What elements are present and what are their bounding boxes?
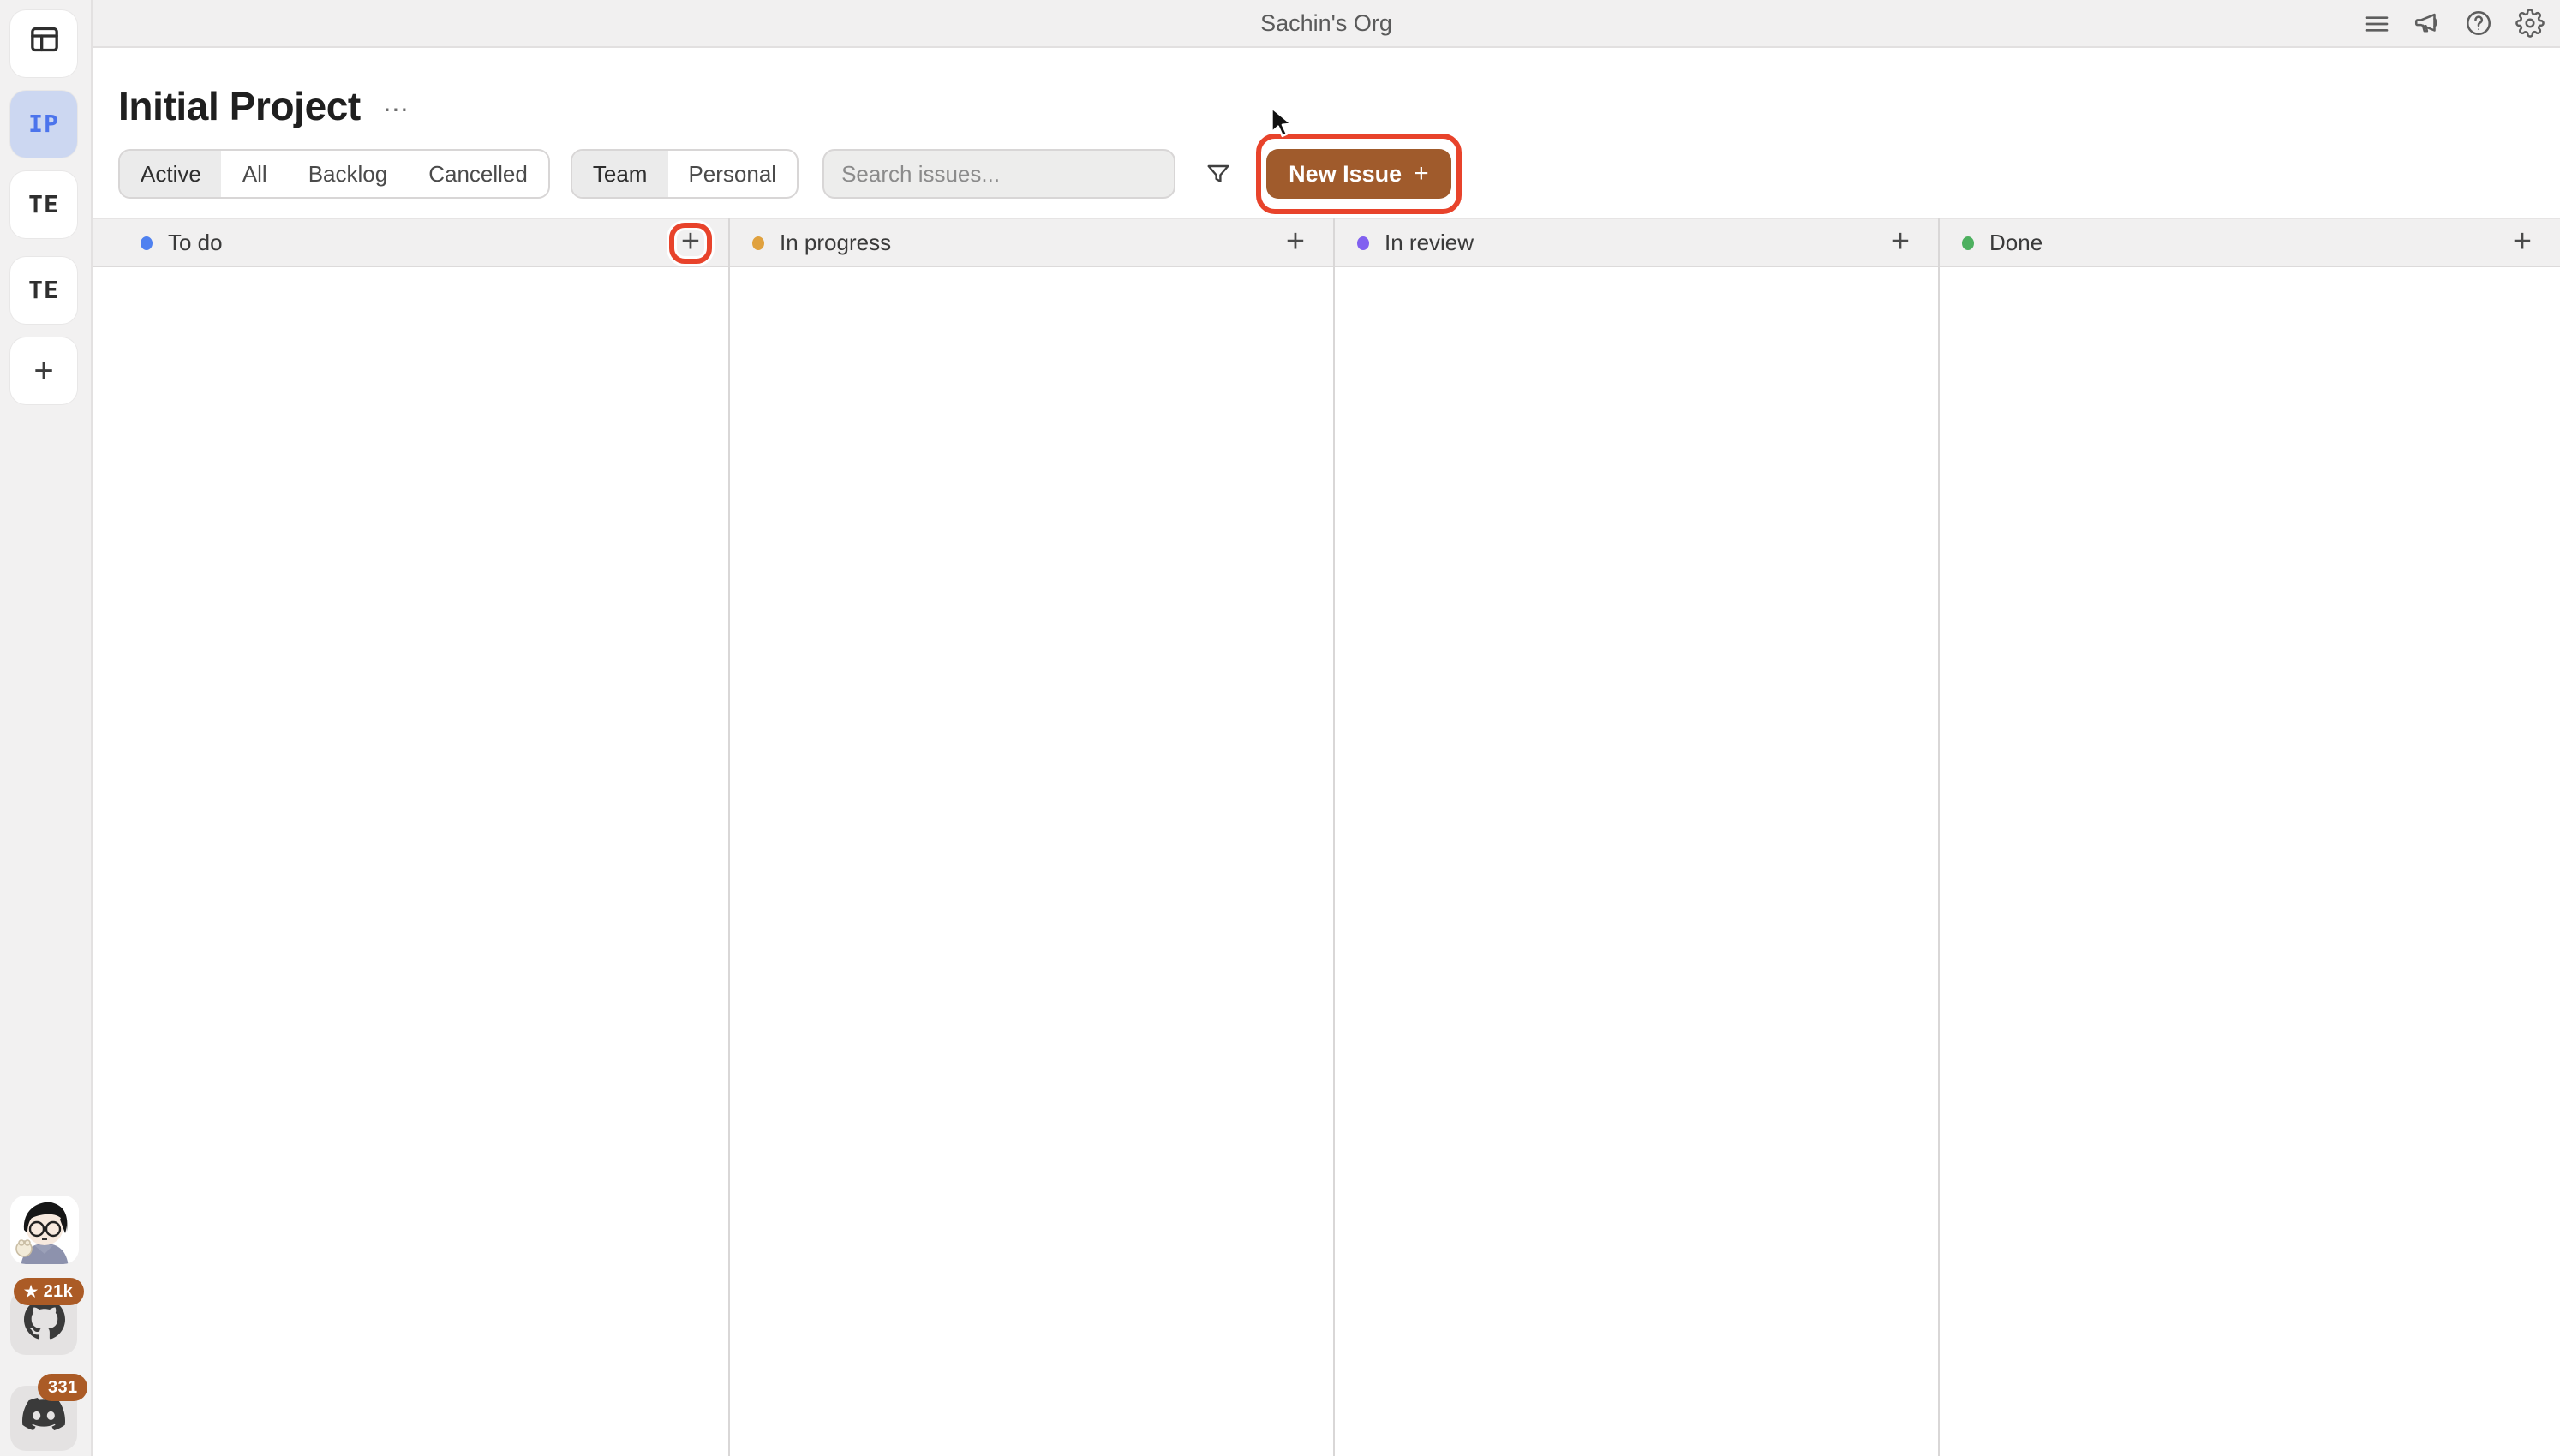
top-bar-actions <box>2361 0 2545 46</box>
column-header: In review + <box>1335 218 1938 267</box>
scope-filter-tabs: Team Personal <box>571 149 799 199</box>
column-title: In progress <box>780 230 891 255</box>
workspace-item-ip[interactable]: IP <box>10 91 77 158</box>
page-title: Initial Project <box>118 83 361 129</box>
new-issue-button[interactable]: New Issue + <box>1266 149 1451 199</box>
column-body-in-progress <box>730 267 1333 1456</box>
status-dot-done <box>1962 236 1974 249</box>
workspace-item-te-2[interactable]: TE <box>10 257 77 324</box>
plus-icon: + <box>33 354 53 388</box>
column-header: In progress + <box>730 218 1333 267</box>
new-issue-wrapper: New Issue + <box>1266 149 1451 199</box>
tab-cancelled[interactable]: Cancelled <box>408 151 548 197</box>
filter-toolbar: Active All Backlog Cancelled Team Person… <box>118 147 2560 200</box>
github-stars-count: 21k <box>44 1282 74 1301</box>
avatar-illustration <box>10 1196 79 1264</box>
tab-personal[interactable]: Personal <box>667 151 797 197</box>
status-dot-in-progress <box>752 236 764 249</box>
column-title: In review <box>1385 230 1474 255</box>
top-bar: Sachin's Org <box>93 0 2560 48</box>
megaphone-icon[interactable] <box>2413 9 2442 38</box>
help-icon[interactable] <box>2464 9 2493 38</box>
add-issue-done-button[interactable]: + <box>2509 226 2536 259</box>
status-dot-in-review <box>1357 236 1369 249</box>
filter-funnel-icon[interactable] <box>1201 157 1235 191</box>
status-dot-todo <box>141 236 153 249</box>
menu-icon[interactable] <box>2361 9 2390 38</box>
user-avatar[interactable] <box>10 1196 79 1264</box>
workspace-initials: TE <box>28 191 59 218</box>
workspace-initials: IP <box>28 110 59 138</box>
plus-icon: + <box>1286 224 1305 260</box>
plus-icon: + <box>1891 224 1910 260</box>
column-todo: To do + <box>93 218 730 1456</box>
status-filter-tabs: Active All Backlog Cancelled <box>118 149 550 199</box>
column-body-done <box>1940 267 2560 1456</box>
column-header: Done + <box>1940 218 2560 267</box>
kanban-board: To do + In progress + <box>93 218 2560 1456</box>
discord-count: 331 <box>48 1378 78 1397</box>
add-issue-in-review-button[interactable]: + <box>1887 226 1914 259</box>
add-issue-todo-button[interactable]: + <box>677 226 704 259</box>
tab-backlog[interactable]: Backlog <box>288 151 409 197</box>
tab-active[interactable]: Active <box>120 151 222 197</box>
plus-icon: + <box>1414 159 1429 188</box>
column-body-todo <box>93 267 728 1456</box>
search-input[interactable] <box>822 149 1175 199</box>
new-issue-label: New Issue <box>1289 161 1402 187</box>
plus-icon: + <box>2513 224 2532 260</box>
column-body-in-review <box>1335 267 1938 1456</box>
add-issue-in-progress-button[interactable]: + <box>1282 226 1309 259</box>
workspace-item-te-1[interactable]: TE <box>10 171 77 238</box>
workspace-initials: TE <box>28 277 59 304</box>
main-area: Sachin's Org <box>93 0 2560 1456</box>
tab-team[interactable]: Team <box>572 151 668 197</box>
dashboard-button[interactable] <box>10 10 77 77</box>
discord-members-badge: 331 <box>38 1374 88 1401</box>
star-icon: ★ <box>24 1282 39 1301</box>
column-title: To do <box>168 230 223 255</box>
workspace-sidebar: IP TE TE + <box>0 0 93 1456</box>
tab-all[interactable]: All <box>222 151 288 197</box>
github-stars-badge: ★ 21k <box>14 1278 83 1305</box>
org-title: Sachin's Org <box>1260 10 1392 36</box>
page-header: Initial Project ⋯ Active All Backlog Can… <box>93 48 2560 218</box>
column-in-progress: In progress + <box>730 218 1335 1456</box>
more-options-icon[interactable]: ⋯ <box>383 90 410 122</box>
app-window: IP TE TE + <box>0 0 2560 1456</box>
column-done: Done + <box>1940 218 2560 1456</box>
add-workspace-button[interactable]: + <box>10 337 77 404</box>
column-in-review: In review + <box>1335 218 1940 1456</box>
plus-icon: + <box>681 224 700 260</box>
column-title: Done <box>1989 230 2043 255</box>
column-header: To do + <box>93 218 728 267</box>
settings-gear-icon[interactable] <box>2515 9 2545 38</box>
layout-window-icon <box>27 22 61 65</box>
